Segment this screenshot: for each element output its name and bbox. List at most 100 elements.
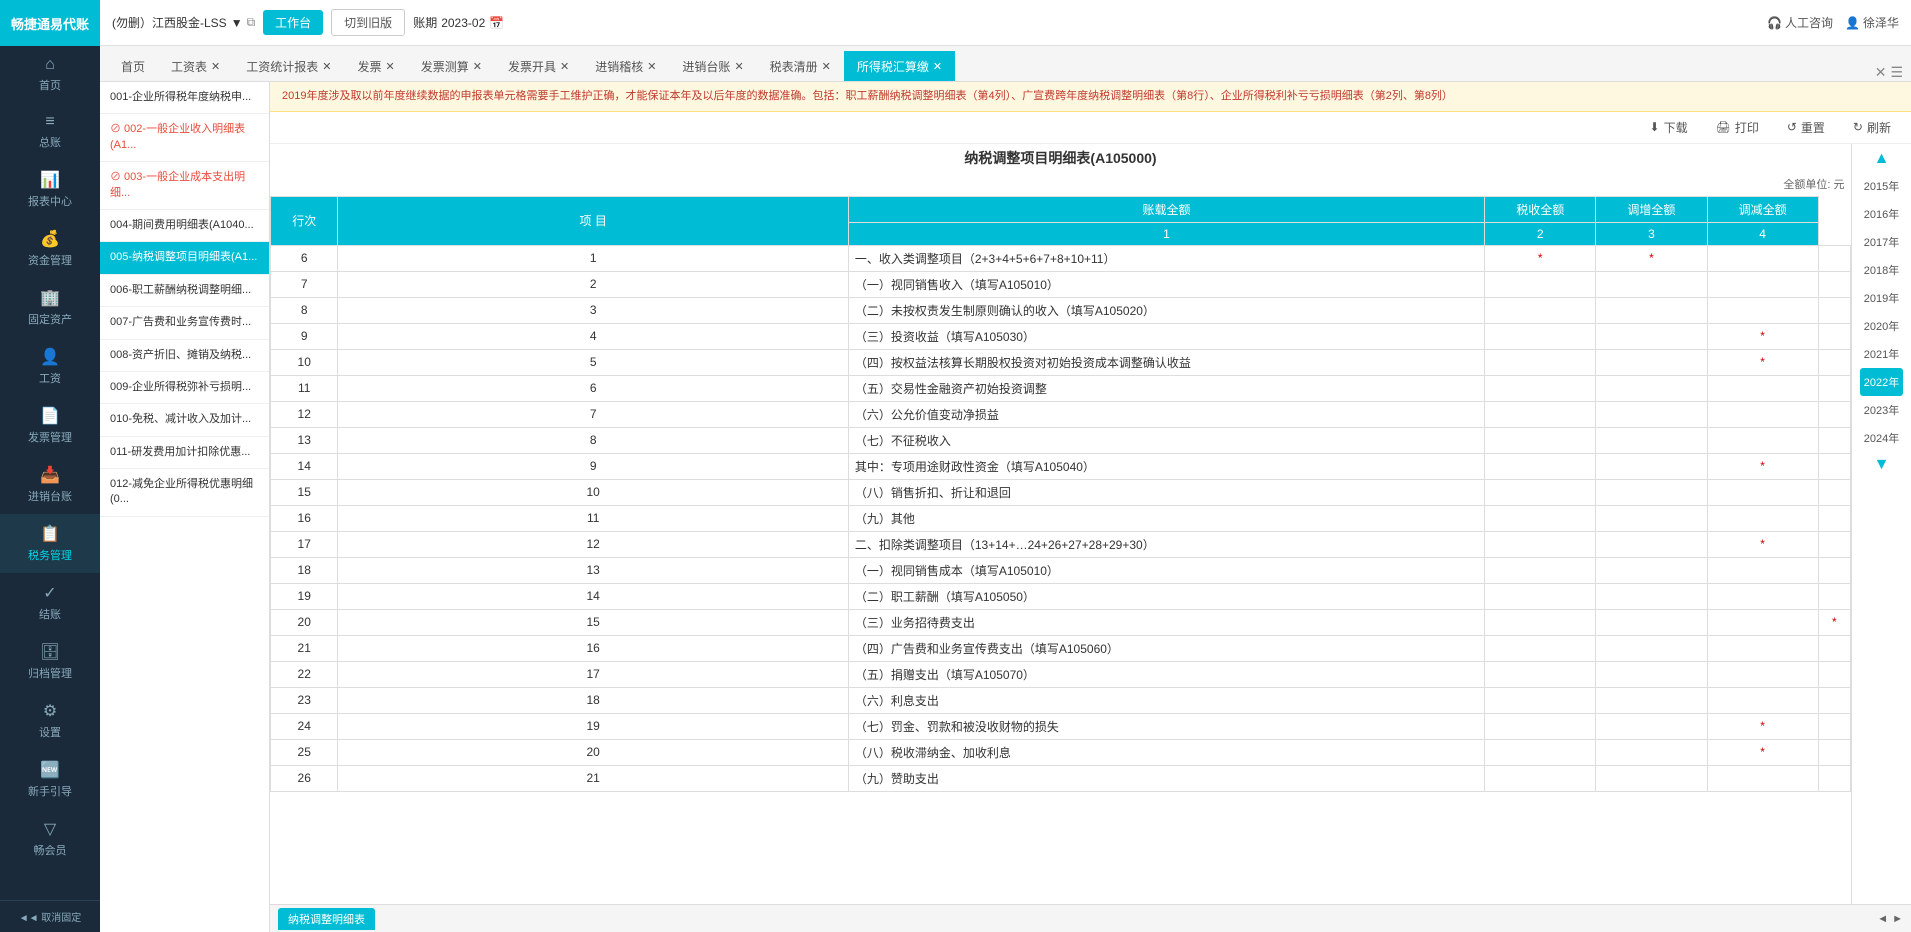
support-link[interactable]: 🎧 人工咨询 — [1767, 14, 1833, 31]
cell-c2[interactable] — [1596, 453, 1707, 479]
cell-c1[interactable] — [1485, 583, 1596, 609]
reset-button[interactable]: ↺ 重置 — [1779, 116, 1833, 139]
left-panel-item-012[interactable]: 012-减免企业所得税优惠明细(0... — [100, 469, 269, 517]
cell-c2[interactable] — [1596, 323, 1707, 349]
year-up-button[interactable]: ▲ — [1872, 148, 1892, 170]
cell-c2[interactable]: * — [1596, 245, 1707, 271]
cell-c2[interactable] — [1596, 479, 1707, 505]
menu-icon[interactable]: ☰ — [1890, 64, 1903, 81]
left-panel-item-011[interactable]: 011-研发费用加计扣除优惠... — [100, 437, 269, 469]
cell-c3[interactable]: * — [1707, 531, 1818, 557]
cell-c4[interactable] — [1818, 349, 1850, 375]
cell-c4[interactable] — [1818, 531, 1850, 557]
cell-c3[interactable] — [1707, 479, 1818, 505]
cell-c4[interactable]: * — [1818, 609, 1850, 635]
cell-c2[interactable] — [1596, 297, 1707, 323]
cell-c2[interactable] — [1596, 401, 1707, 427]
cell-c2[interactable] — [1596, 531, 1707, 557]
sidebar-item-purchase[interactable]: 📥进销台账 — [0, 455, 100, 514]
sidebar-item-member[interactable]: ▽畅会员 — [0, 809, 100, 868]
cell-c1[interactable] — [1485, 323, 1596, 349]
cell-c1[interactable] — [1485, 271, 1596, 297]
cell-c1[interactable] — [1485, 349, 1596, 375]
cell-c1[interactable] — [1485, 479, 1596, 505]
cell-c4[interactable] — [1818, 635, 1850, 661]
cell-c3[interactable]: * — [1707, 453, 1818, 479]
left-panel-item-007[interactable]: 007-广告费和业务宣传费时... — [100, 307, 269, 339]
close-tab-salary[interactable]: ✕ — [211, 60, 220, 73]
cell-c3[interactable] — [1707, 661, 1818, 687]
cell-c4[interactable] — [1818, 583, 1850, 609]
year-item-2016[interactable]: 2016年 — [1860, 200, 1903, 228]
cell-c3[interactable] — [1707, 765, 1818, 791]
sidebar-item-settings[interactable]: ⚙设置 — [0, 691, 100, 750]
cell-c4[interactable] — [1818, 453, 1850, 479]
left-panel-item-003[interactable]: ⊘ 003-一般企业成本支出明细... — [100, 162, 269, 210]
company-dropdown-icon[interactable]: ▼ — [231, 16, 243, 30]
cell-c2[interactable] — [1596, 427, 1707, 453]
year-item-2022[interactable]: 2022年 — [1860, 368, 1903, 396]
cell-c2[interactable] — [1596, 635, 1707, 661]
tab-invoice[interactable]: 发票✕ — [344, 51, 407, 81]
cell-c2[interactable] — [1596, 739, 1707, 765]
user-menu[interactable]: 👤 徐泽华 — [1845, 14, 1899, 31]
close-tab-invoice_open[interactable]: ✕ — [560, 60, 569, 73]
cell-c4[interactable] — [1818, 245, 1850, 271]
cell-c4[interactable] — [1818, 401, 1850, 427]
cell-c1[interactable] — [1485, 427, 1596, 453]
cell-c3[interactable] — [1707, 557, 1818, 583]
cell-c3[interactable] — [1707, 375, 1818, 401]
cell-c2[interactable] — [1596, 349, 1707, 375]
sidebar-item-fixed[interactable]: 🏢固定资产 — [0, 278, 100, 337]
tab-purchase_ledger[interactable]: 进销台账✕ — [669, 51, 756, 81]
cell-c3[interactable] — [1707, 583, 1818, 609]
cell-c3[interactable] — [1707, 245, 1818, 271]
cell-c1[interactable] — [1485, 635, 1596, 661]
cell-c1[interactable] — [1485, 375, 1596, 401]
cell-c2[interactable] — [1596, 583, 1707, 609]
year-item-2017[interactable]: 2017年 — [1860, 228, 1903, 256]
close-tab-tax_clearance[interactable]: ✕ — [822, 60, 831, 73]
sidebar-item-tax[interactable]: 📋税务管理 — [0, 514, 100, 573]
cell-c3[interactable]: * — [1707, 349, 1818, 375]
cell-c2[interactable] — [1596, 375, 1707, 401]
cell-c3[interactable] — [1707, 427, 1818, 453]
sheet-tab[interactable]: 纳税调整明细表 — [278, 908, 375, 930]
cell-c4[interactable] — [1818, 297, 1850, 323]
print-button[interactable]: 🖨 打印 — [1708, 116, 1767, 139]
workbench-button[interactable]: 工作台 — [263, 10, 323, 35]
calendar-icon[interactable]: 📅 — [489, 16, 504, 30]
sidebar-item-archive[interactable]: 🗄归档管理 — [0, 632, 100, 691]
cell-c3[interactable] — [1707, 401, 1818, 427]
cell-c4[interactable] — [1818, 661, 1850, 687]
sidebar-item-close[interactable]: ✓结账 — [0, 573, 100, 632]
sidebar-item-capital[interactable]: 💰资金管理 — [0, 219, 100, 278]
left-panel-item-001[interactable]: 001-企业所得税年度纳税申... — [100, 82, 269, 114]
tab-income_tax[interactable]: 所得税汇算缴✕ — [844, 51, 955, 81]
close-tab-invoice[interactable]: ✕ — [386, 60, 395, 73]
cell-c2[interactable] — [1596, 609, 1707, 635]
close-tab-purchase_check[interactable]: ✕ — [647, 60, 656, 73]
cell-c1[interactable] — [1485, 609, 1596, 635]
cell-c2[interactable] — [1596, 557, 1707, 583]
tab-home[interactable]: 首页 — [108, 51, 158, 81]
year-down-button[interactable]: ▼ — [1872, 454, 1892, 476]
cell-c3[interactable] — [1707, 635, 1818, 661]
cell-c4[interactable] — [1818, 713, 1850, 739]
cell-c3[interactable]: * — [1707, 713, 1818, 739]
left-panel-item-005[interactable]: 005-纳税调整项目明细表(A1... — [100, 242, 269, 274]
cell-c3[interactable]: * — [1707, 739, 1818, 765]
close-tab-income_tax[interactable]: ✕ — [933, 60, 942, 73]
cell-c2[interactable] — [1596, 765, 1707, 791]
close-tab-invoice_calc[interactable]: ✕ — [473, 60, 482, 73]
scroll-right-icon[interactable]: ► — [1892, 913, 1903, 925]
sidebar-item-report[interactable]: 📊报表中心 — [0, 160, 100, 219]
cell-c1[interactable] — [1485, 661, 1596, 687]
tab-salary_stat[interactable]: 工资统计报表✕ — [233, 51, 344, 81]
cell-c4[interactable] — [1818, 427, 1850, 453]
cell-c4[interactable] — [1818, 271, 1850, 297]
year-item-2018[interactable]: 2018年 — [1860, 256, 1903, 284]
cell-c1[interactable] — [1485, 687, 1596, 713]
cell-c4[interactable] — [1818, 505, 1850, 531]
cell-c1[interactable] — [1485, 765, 1596, 791]
